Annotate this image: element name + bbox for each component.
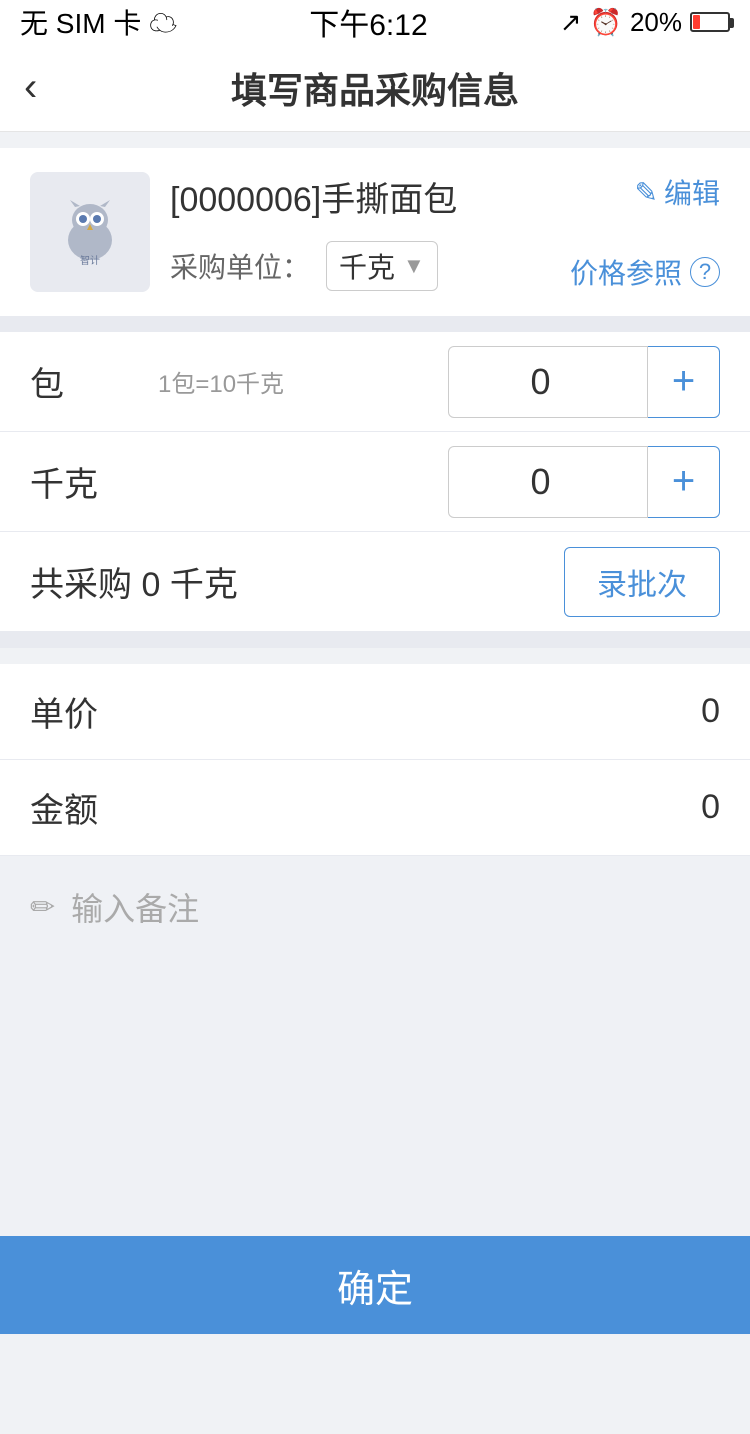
kg-input-row: 千克 +: [0, 432, 750, 532]
amount-label: 金额: [30, 783, 98, 832]
section-divider-2: [0, 632, 750, 648]
sim-status: 无 SIM 卡 ☁: [20, 2, 177, 42]
total-unit: 千克: [170, 566, 238, 604]
pencil-icon: ✏: [30, 890, 55, 925]
notes-inner: ✏ 输入备注: [30, 884, 720, 930]
amount-row: 金额 0: [0, 760, 750, 856]
status-left: 无 SIM 卡 ☁: [20, 2, 177, 42]
notes-placeholder: 输入备注: [71, 884, 199, 930]
bao-sublabel: 1包=10千克: [158, 364, 284, 399]
price-value: 0: [701, 692, 720, 731]
kg-label: 千克: [30, 457, 150, 506]
kg-plus-button[interactable]: +: [648, 446, 720, 518]
price-ref-label: 价格参照: [570, 252, 682, 292]
help-icon: ?: [690, 257, 720, 287]
price-row: 单价 0: [0, 664, 750, 760]
confirm-button[interactable]: 确定: [0, 1236, 750, 1334]
price-ref-button[interactable]: 价格参照 ?: [570, 252, 720, 292]
bao-plus-button[interactable]: +: [648, 346, 720, 418]
product-logo: 智计: [50, 192, 130, 272]
edit-icon: ✎: [635, 176, 658, 209]
unit-selector[interactable]: 千克 ▼: [326, 241, 438, 291]
bao-label: 包: [30, 357, 150, 406]
total-value: 0: [141, 566, 160, 604]
total-row: 共采购 0 千克 录批次: [0, 532, 750, 632]
page-title: 填写商品采购信息: [231, 62, 519, 114]
svg-text:智计: 智计: [80, 254, 100, 267]
product-image: 智计: [30, 172, 150, 292]
unit-label: 采购单位：: [170, 246, 310, 286]
amount-value: 0: [701, 788, 720, 827]
battery-percent: 20%: [630, 7, 682, 38]
chevron-down-icon: ▼: [403, 253, 425, 279]
total-label: 共采购 0 千克: [30, 557, 238, 606]
edit-label: 编辑: [664, 172, 720, 212]
unit-value: 千克: [339, 246, 395, 286]
status-right: ↗ ⏰ 20%: [560, 7, 730, 38]
record-batch-button[interactable]: 录批次: [564, 547, 720, 617]
kg-qty-wrap: +: [448, 446, 720, 518]
battery-icon: [690, 12, 730, 32]
bao-input-row: 包 1包=10千克 +: [0, 332, 750, 432]
notes-section[interactable]: ✏ 输入备注: [0, 856, 750, 1036]
status-time: 下午6:12: [309, 0, 427, 44]
back-button[interactable]: ‹: [24, 65, 37, 110]
location-icon: ↗: [560, 7, 582, 38]
bao-input-section: 包 1包=10千克 + 千克 +: [0, 332, 750, 532]
alarm-icon: ⏰: [590, 7, 622, 38]
product-card: 智计 [0000006]手撕面包 采购单位： 千克 ▼ ✎ 编辑 价格参照 ?: [0, 148, 750, 316]
edit-button[interactable]: ✎ 编辑: [635, 172, 720, 212]
info-section: 单价 0 金额 0: [0, 664, 750, 856]
bao-qty-input[interactable]: [448, 346, 648, 418]
nav-bar: ‹ 填写商品采购信息: [0, 44, 750, 132]
price-label: 单价: [30, 687, 98, 736]
bao-qty-wrap: +: [448, 346, 720, 418]
status-bar: 无 SIM 卡 ☁ 下午6:12 ↗ ⏰ 20%: [0, 0, 750, 44]
section-divider-1: [0, 316, 750, 332]
kg-qty-input[interactable]: [448, 446, 648, 518]
